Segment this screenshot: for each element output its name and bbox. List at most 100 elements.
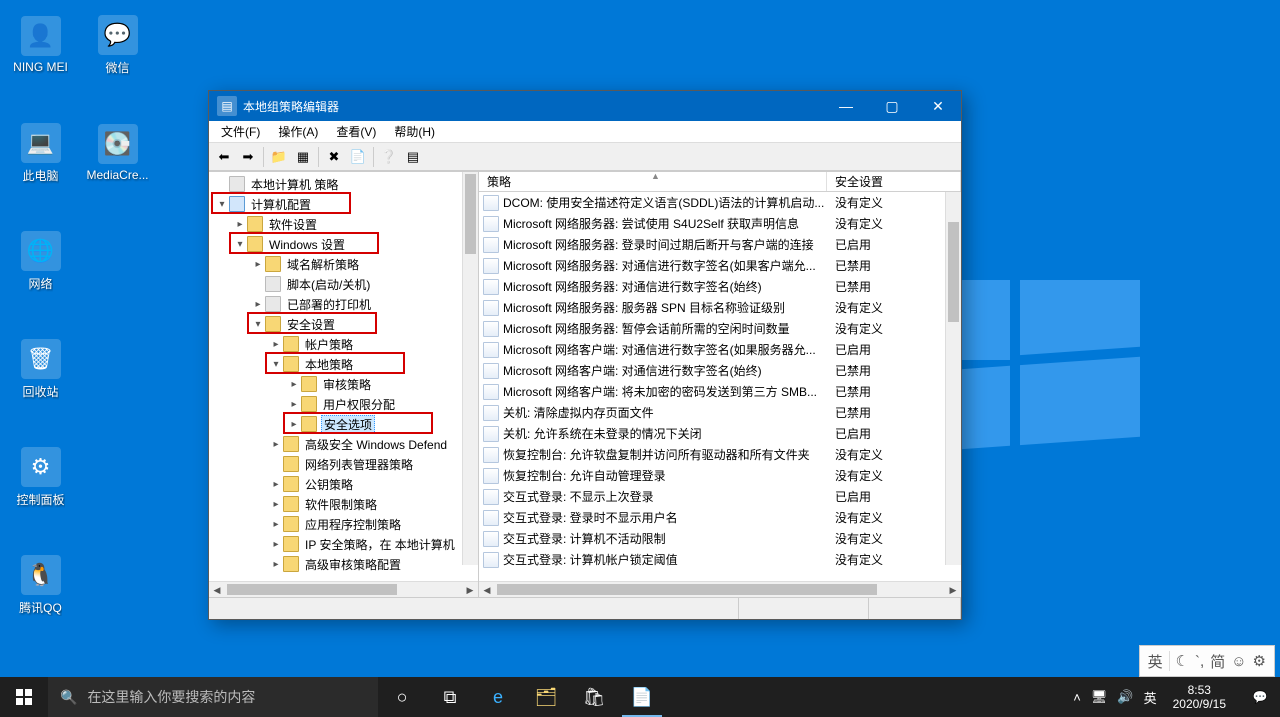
expand-icon[interactable]: ▸ [251, 259, 265, 270]
menu-查看(V)[interactable]: 查看(V) [328, 121, 384, 142]
expand-icon[interactable]: ▸ [287, 379, 301, 390]
policy-row[interactable]: 交互式登录: 登录时不显示用户名没有定义 [479, 507, 945, 528]
expand-icon[interactable]: ▸ [287, 419, 301, 430]
task-cortana[interactable]: ○ [378, 677, 426, 717]
expand-icon[interactable]: ▸ [287, 399, 301, 410]
ime-item[interactable]: ☾ [1176, 652, 1189, 670]
tray-clock[interactable]: 8:53 2020/9/15 [1167, 683, 1232, 712]
ime-item[interactable]: 简 [1210, 651, 1225, 672]
tree-node[interactable]: ▾Windows 设置 [209, 234, 462, 254]
back-button[interactable]: ⬅ [213, 146, 235, 168]
ime-item[interactable]: `, [1195, 653, 1204, 670]
policy-row[interactable]: DCOM: 使用安全描述符定义语言(SDDL)语法的计算机启动...没有定义 [479, 192, 945, 213]
desktop-icon-NING MEI[interactable]: 👤NING MEI [3, 5, 78, 85]
up-button[interactable]: 📁 [268, 146, 290, 168]
desktop-icon-微信[interactable]: 💬微信 [80, 5, 155, 85]
expand-icon[interactable]: ▸ [269, 499, 283, 510]
expand-icon[interactable]: ▸ [269, 519, 283, 530]
policy-row[interactable]: 交互式登录: 计算机不活动限制没有定义 [479, 528, 945, 549]
policy-row[interactable]: Microsoft 网络服务器: 对通信进行数字签名(始终)已禁用 [479, 276, 945, 297]
expand-icon[interactable]: ▸ [251, 299, 265, 310]
desktop-icon-网络[interactable]: 🌐网络 [3, 221, 78, 301]
expand-icon[interactable]: ▸ [269, 539, 283, 550]
delete-button[interactable]: ✖ [323, 146, 345, 168]
expand-icon[interactable]: ▾ [251, 319, 265, 330]
close-button[interactable]: ✕ [915, 91, 961, 121]
tree-node[interactable]: ▸帐户策略 [209, 334, 462, 354]
expand-icon[interactable]: ▸ [269, 339, 283, 350]
expand-icon[interactable]: ▾ [269, 359, 283, 370]
minimize-button[interactable]: — [823, 91, 869, 121]
policy-row[interactable]: Microsoft 网络服务器: 暂停会话前所需的空闲时间数量没有定义 [479, 318, 945, 339]
expand-icon[interactable]: ▸ [233, 219, 247, 230]
tree-node[interactable]: 网络列表管理器策略 [209, 454, 462, 474]
menu-文件(F)[interactable]: 文件(F) [213, 121, 268, 142]
tree-hscroll[interactable]: ◀ ▶ [209, 581, 478, 597]
titlebar[interactable]: ▤ 本地组策略编辑器 — ▢ ✕ [209, 91, 961, 121]
menu-操作(A)[interactable]: 操作(A) [270, 121, 326, 142]
tree-node[interactable]: ▾安全设置 [209, 314, 462, 334]
ime-item[interactable]: ☺ [1231, 653, 1246, 670]
policy-row[interactable]: Microsoft 网络服务器: 对通信进行数字签名(如果客户端允...已禁用 [479, 255, 945, 276]
menu-帮助(H)[interactable]: 帮助(H) [386, 121, 443, 142]
policy-row[interactable]: Microsoft 网络服务器: 尝试使用 S4U2Self 获取声明信息没有定… [479, 213, 945, 234]
tree-node[interactable]: ▸审核策略 [209, 374, 462, 394]
forward-button[interactable]: ➡ [237, 146, 259, 168]
tree-node[interactable]: ▸软件限制策略 [209, 494, 462, 514]
tree-node[interactable]: ▾计算机配置 [209, 194, 462, 214]
tree-node[interactable]: ▸高级审核策略配置 [209, 554, 462, 574]
task-edge[interactable]: e [474, 677, 522, 717]
filter-button[interactable]: ▤ [402, 146, 424, 168]
policy-row[interactable]: 关机: 清除虚拟内存页面文件已禁用 [479, 402, 945, 423]
tree-node[interactable]: ▸高级安全 Windows Defend [209, 434, 462, 454]
task-explorer[interactable]: 🗂 [522, 677, 570, 717]
policy-row[interactable]: 恢复控制台: 允许软盘复制并访问所有驱动器和所有文件夹没有定义 [479, 444, 945, 465]
tree-node[interactable]: ▾本地策略 [209, 354, 462, 374]
tree-node[interactable]: ▸已部署的打印机 [209, 294, 462, 314]
maximize-button[interactable]: ▢ [869, 91, 915, 121]
tree-node[interactable]: ▸用户权限分配 [209, 394, 462, 414]
expand-icon[interactable]: ▾ [233, 239, 247, 250]
tray-ime-icon[interactable]: 英 [1144, 688, 1157, 707]
desktop-icon-控制面板[interactable]: ⚙控制面板 [3, 437, 78, 517]
desktop-icon-腾讯QQ[interactable]: 🐧腾讯QQ [3, 545, 78, 625]
ime-toolbar[interactable]: 英☾`,简☺⚙ [1139, 645, 1275, 677]
tray-monitor-icon[interactable]: 🖥 [1091, 689, 1108, 705]
ime-item[interactable]: 英 [1148, 651, 1163, 672]
start-button[interactable] [0, 677, 48, 717]
policy-row[interactable]: Microsoft 网络客户端: 将未加密的密码发送到第三方 SMB...已禁用 [479, 381, 945, 402]
tree-node[interactable]: ▸域名解析策略 [209, 254, 462, 274]
policy-row[interactable]: 恢复控制台: 允许自动管理登录没有定义 [479, 465, 945, 486]
policy-row[interactable]: 交互式登录: 计算机帐户锁定阈值没有定义 [479, 549, 945, 570]
task-store[interactable]: 🛍 [570, 677, 618, 717]
task-taskview[interactable]: ⧉ [426, 677, 474, 717]
expand-icon[interactable]: ▸ [269, 479, 283, 490]
tray-overflow-icon[interactable]: ˄ [1073, 690, 1081, 705]
expand-icon[interactable]: ▾ [215, 199, 229, 210]
tree-node[interactable]: ▸软件设置 [209, 214, 462, 234]
export-button[interactable]: 📄 [347, 146, 369, 168]
policy-row[interactable]: Microsoft 网络客户端: 对通信进行数字签名(如果服务器允...已启用 [479, 339, 945, 360]
tree-node[interactable]: ▸IP 安全策略，在 本地计算机 [209, 534, 462, 554]
action-center-button[interactable]: 💬 [1240, 677, 1280, 717]
desktop-icon-MediaCre...[interactable]: 💽MediaCre... [80, 113, 155, 193]
help-button[interactable]: ❔ [378, 146, 400, 168]
policy-row[interactable]: Microsoft 网络服务器: 登录时间过期后断开与客户端的连接已启用 [479, 234, 945, 255]
tray-volume-icon[interactable]: 🔊 [1117, 689, 1133, 705]
expand-icon[interactable]: ▸ [269, 559, 283, 570]
tree-node[interactable]: ▸应用程序控制策略 [209, 514, 462, 534]
desktop-icon-此电脑[interactable]: 💻此电脑 [3, 113, 78, 193]
policy-row[interactable]: Microsoft 网络服务器: 服务器 SPN 目标名称验证级别没有定义 [479, 297, 945, 318]
task-notepad[interactable]: 📄 [618, 677, 666, 717]
expand-icon[interactable]: ▸ [269, 439, 283, 450]
tree-node[interactable]: ▸公钥策略 [209, 474, 462, 494]
list-vscroll[interactable] [945, 192, 961, 565]
tree-node[interactable]: ▸安全选项 [209, 414, 462, 434]
list-hscroll[interactable]: ◀ ▶ [479, 581, 961, 597]
view-button[interactable]: ▦ [292, 146, 314, 168]
tree-vscroll[interactable] [462, 172, 478, 565]
tree-node[interactable]: 本地计算机 策略 [209, 174, 462, 194]
taskbar-search[interactable]: 🔍 在这里输入你要搜索的内容 [48, 677, 378, 717]
tree-node[interactable]: 脚本(启动/关机) [209, 274, 462, 294]
column-security-setting[interactable]: 安全设置 [827, 172, 961, 191]
